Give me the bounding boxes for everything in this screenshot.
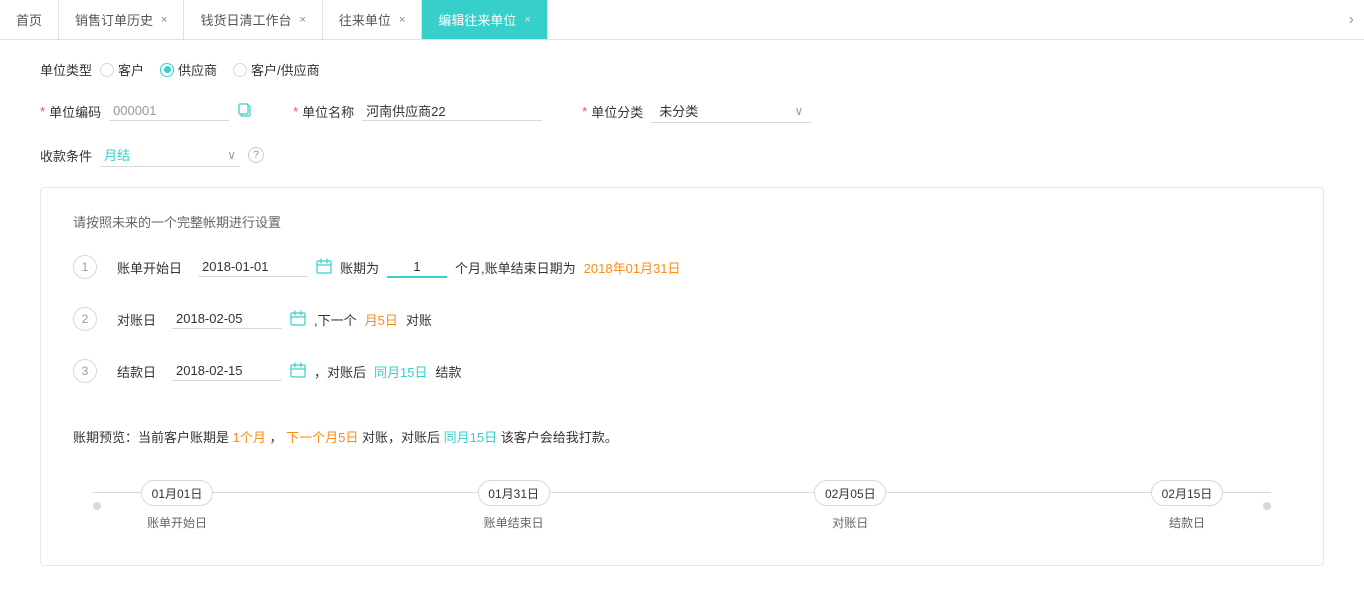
step-row-1: 1 账单开始日 账期为 个月,账单结束日期为 2018年01月31日 bbox=[73, 255, 1291, 279]
step2-date-input[interactable] bbox=[172, 309, 282, 329]
unit-name-required: * bbox=[293, 104, 298, 119]
close-tab-cash-workbench[interactable]: × bbox=[299, 14, 305, 26]
timeline-node-4-circle: 02月15日 bbox=[1151, 480, 1223, 506]
timeline-node-1-circle: 01月01日 bbox=[141, 480, 213, 506]
step3-suffix: 结款 bbox=[436, 362, 462, 381]
payment-terms-select[interactable]: 月结 ∨ bbox=[100, 143, 240, 167]
timeline-node-4: 02月15日 结款日 bbox=[1151, 480, 1223, 531]
step2-suffix: 对账 bbox=[406, 310, 432, 329]
radio-group-unit-type: 客户 供应商 客户/供应商 bbox=[100, 60, 320, 79]
timeline-end-dot bbox=[1263, 502, 1271, 510]
timeline-node-3: 02月05日 对账日 bbox=[814, 480, 886, 531]
step1-mid-text: 账期为 bbox=[340, 258, 379, 277]
unit-info-row: * 单位编码 * 单位名称 * 单位分类 未分类 ∨ bbox=[40, 99, 1324, 123]
radio-both[interactable]: 客户/供应商 bbox=[233, 60, 320, 79]
unit-category-value: 未分类 bbox=[659, 101, 794, 120]
step3-highlight: 同月15日 bbox=[374, 362, 427, 381]
unit-name-group: * 单位名称 bbox=[293, 101, 542, 121]
unit-name-label: 单位名称 bbox=[302, 102, 354, 121]
step1-suffix: 个月,账单结束日期为 bbox=[455, 258, 576, 277]
step2-calendar-icon[interactable] bbox=[290, 310, 306, 329]
help-icon[interactable]: ? bbox=[248, 147, 264, 163]
timeline-node-1: 01月01日 账单开始日 bbox=[141, 480, 213, 531]
step-num-3: 3 bbox=[73, 359, 97, 383]
preview-part2: 下一个月5日 bbox=[286, 430, 358, 445]
tab-home[interactable]: 首页 bbox=[0, 0, 59, 39]
tab-more-button[interactable]: › bbox=[1339, 11, 1364, 29]
copy-icon[interactable] bbox=[237, 102, 253, 121]
tabs-bar: 首页 销售订单历史 × 钱货日清工作台 × 往来单位 × 编辑往来单位 × › bbox=[0, 0, 1364, 40]
unit-category-select[interactable]: 未分类 ∨ bbox=[651, 99, 811, 123]
payment-terms-arrow: ∨ bbox=[227, 148, 236, 162]
timeline-node-2: 01月31日 账单结束日 bbox=[478, 480, 550, 531]
tab-cash-workbench[interactable]: 钱货日清工作台 × bbox=[184, 0, 322, 39]
preview-text: 账期预览：当前客户账期是 1个月 ， 下一个月5日 对账，对账后 同月15日 该… bbox=[73, 427, 1291, 446]
timeline-node-3-label: 对账日 bbox=[832, 514, 868, 531]
step-num-2: 2 bbox=[73, 307, 97, 331]
tab-sales-history[interactable]: 销售订单历史 × bbox=[59, 0, 184, 39]
timeline-node-2-label: 账单结束日 bbox=[484, 514, 544, 531]
settings-card: 请按照未来的一个完整帐期进行设置 1 账单开始日 账期为 个月,账单结束日期为 … bbox=[40, 187, 1324, 566]
unit-name-input[interactable] bbox=[362, 101, 542, 121]
timeline-node-4-label: 结款日 bbox=[1169, 514, 1205, 531]
payment-terms-label: 收款条件 bbox=[40, 146, 92, 165]
timeline-node-3-circle: 02月05日 bbox=[814, 480, 886, 506]
step1-calendar-icon[interactable] bbox=[316, 258, 332, 277]
step-label-1: 账单开始日 bbox=[117, 258, 182, 277]
unit-type-row: 单位类型 客户 供应商 客户/供应商 bbox=[40, 60, 1324, 79]
step3-date-input[interactable] bbox=[172, 361, 282, 381]
close-tab-edit-partner[interactable]: × bbox=[524, 14, 530, 26]
step-num-1: 1 bbox=[73, 255, 97, 279]
preview-section: 账期预览：当前客户账期是 1个月 ， 下一个月5日 对账，对账后 同月15日 该… bbox=[73, 411, 1291, 541]
tab-partner-units[interactable]: 往来单位 × bbox=[323, 0, 422, 39]
step3-calendar-icon[interactable] bbox=[290, 362, 306, 381]
timeline-node-2-circle: 01月31日 bbox=[478, 480, 550, 506]
preview-mid: 对账，对账后 bbox=[362, 430, 440, 445]
unit-code-label: 单位编码 bbox=[49, 102, 101, 121]
radio-circle-both bbox=[233, 63, 247, 77]
tab-edit-partner[interactable]: 编辑往来单位 × bbox=[422, 0, 547, 39]
unit-type-group: 单位类型 客户 供应商 客户/供应商 bbox=[40, 60, 320, 79]
radio-customer[interactable]: 客户 bbox=[100, 60, 144, 79]
step-row-2: 2 对账日 ,下一个 月5日 对账 bbox=[73, 307, 1291, 331]
step2-prefix: ,下一个 bbox=[314, 310, 357, 329]
preview-part3: 同月15日 bbox=[444, 430, 497, 445]
step-row-3: 3 结款日 ，对账后 同月15日 结款 bbox=[73, 359, 1291, 383]
step-label-2: 对账日 bbox=[117, 310, 156, 329]
unit-type-label: 单位类型 bbox=[40, 60, 92, 79]
preview-part1: 1个月 bbox=[233, 430, 266, 445]
category-dropdown-arrow: ∨ bbox=[794, 104, 803, 118]
preview-prefix: 账期预览：当前客户账期是 bbox=[73, 430, 229, 445]
unit-code-input[interactable] bbox=[109, 101, 229, 121]
radio-circle-customer bbox=[100, 63, 114, 77]
step1-period-input[interactable] bbox=[387, 257, 447, 278]
payment-terms-row: 收款条件 月结 ∨ ? bbox=[40, 143, 1324, 167]
step1-end-date: 2018年01月31日 bbox=[584, 258, 681, 277]
step1-date-input[interactable] bbox=[198, 257, 308, 277]
preview-comma1: ， bbox=[270, 430, 283, 445]
timeline-nodes: 01月01日 账单开始日 01月31日 账单结束日 02月05日 bbox=[101, 480, 1263, 531]
unit-code-group: * 单位编码 bbox=[40, 101, 253, 121]
card-instruction: 请按照未来的一个完整帐期进行设置 bbox=[73, 212, 1291, 231]
timeline-node-1-label: 账单开始日 bbox=[147, 514, 207, 531]
step-label-3: 结款日 bbox=[117, 362, 156, 381]
close-tab-sales-history[interactable]: × bbox=[161, 14, 167, 26]
payment-terms-value: 月结 bbox=[104, 145, 227, 164]
timeline-container: 01月01日 账单开始日 01月31日 账单结束日 02月05日 bbox=[73, 470, 1291, 541]
unit-category-label: 单位分类 bbox=[591, 102, 643, 121]
radio-supplier[interactable]: 供应商 bbox=[160, 60, 217, 79]
close-tab-partner-units[interactable]: × bbox=[399, 14, 405, 26]
main-content: 单位类型 客户 供应商 客户/供应商 * 单位编码 bbox=[0, 40, 1364, 608]
radio-circle-supplier bbox=[160, 63, 174, 77]
unit-code-required: * bbox=[40, 104, 45, 119]
step2-highlight: 月5日 bbox=[365, 310, 398, 329]
preview-suffix: 该客户会给我打款。 bbox=[501, 430, 618, 445]
unit-category-required: * bbox=[582, 104, 587, 119]
unit-category-group: * 单位分类 未分类 ∨ bbox=[582, 99, 811, 123]
timeline-start-dot bbox=[93, 502, 101, 510]
payment-terms-group: 收款条件 月结 ∨ ? bbox=[40, 143, 264, 167]
step3-prefix: ，对账后 bbox=[314, 362, 366, 381]
